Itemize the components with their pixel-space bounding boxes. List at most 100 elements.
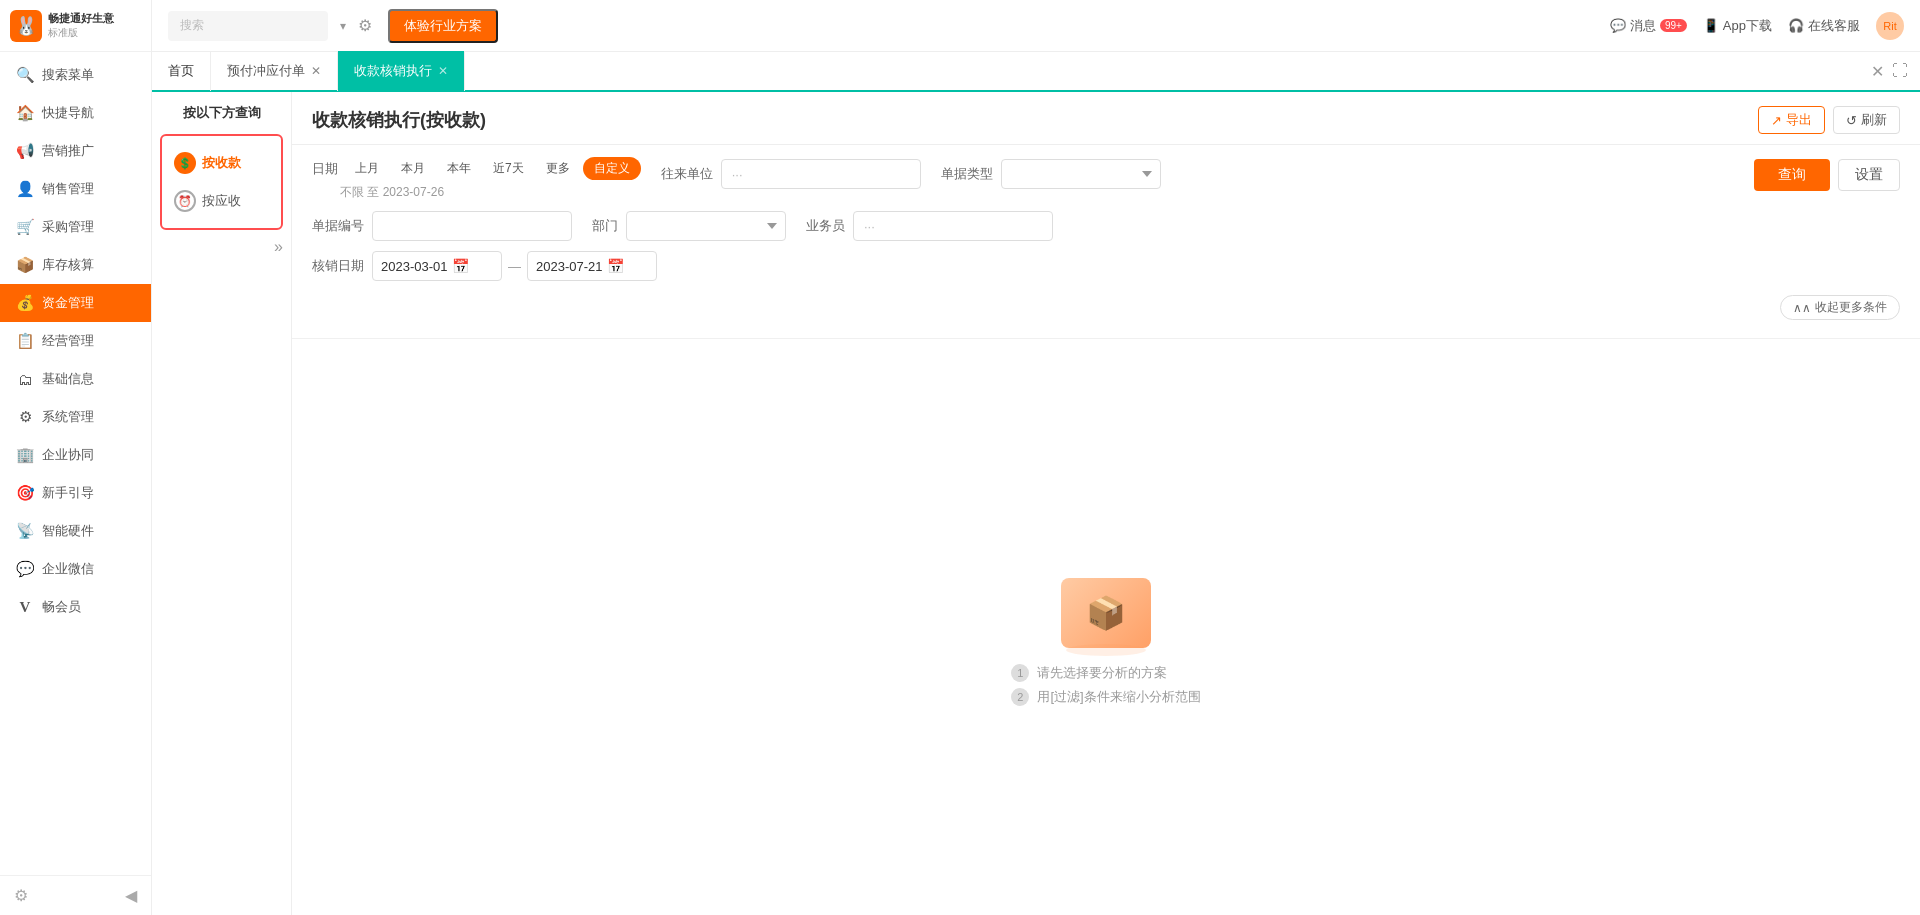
staff-input[interactable]: ··· [853, 211, 1053, 241]
sidebar-item-hardware[interactable]: 📡 智能硬件 [0, 512, 151, 550]
message-icon: 💬 [1610, 18, 1626, 33]
sidebar-item-basic-info[interactable]: 🗂 基础信息 [0, 360, 151, 398]
tab-close-all-icon[interactable]: ✕ [1871, 62, 1884, 81]
sidebar-item-marketing[interactable]: 📢 营销推广 [0, 132, 151, 170]
filter-by-receipt[interactable]: 💲 按收款 [166, 144, 277, 182]
wechat-icon: 💬 [16, 560, 34, 578]
bill-no-label: 单据编号 [312, 217, 364, 235]
tabbar-actions: ✕ ⛶ [1871, 62, 1920, 81]
collapse-more-row: ∧∧ 收起更多条件 [312, 289, 1900, 326]
sidebar-item-operations[interactable]: 📋 经营管理 [0, 322, 151, 360]
empty-state: 📦 1 请先选择要分析的方案 2 用[过滤]条件来缩小分析范围 [292, 339, 1920, 915]
verify-date-end[interactable]: 2023-07-21 📅 [527, 251, 657, 281]
verify-date-label: 核销日期 [312, 257, 364, 275]
enterprise-icon: 🏢 [16, 446, 34, 464]
refresh-button[interactable]: ↺ 刷新 [1833, 106, 1900, 134]
sidebar-item-system[interactable]: ⚙ 系统管理 [0, 398, 151, 436]
filter-receipt-icon: 💲 [174, 152, 196, 174]
filter-options-box: 💲 按收款 ⏰ 按应收 [160, 134, 283, 230]
tab-receivable-close[interactable]: ✕ [438, 64, 448, 78]
message-badge: 99+ [1660, 19, 1687, 32]
service-icon: 🎧 [1788, 18, 1804, 33]
empty-hints: 1 请先选择要分析的方案 2 用[过滤]条件来缩小分析范围 [1011, 664, 1200, 706]
sidebar-item-inventory[interactable]: 📦 库存核算 [0, 246, 151, 284]
verify-date-start[interactable]: 2023-03-01 📅 [372, 251, 502, 281]
marketing-icon: 📢 [16, 142, 34, 160]
query-button[interactable]: 查询 [1754, 159, 1830, 191]
topbar-search-input[interactable]: 搜索 [168, 11, 328, 41]
inventory-icon: 📦 [16, 256, 34, 274]
tab-expand-icon[interactable]: ⛶ [1892, 62, 1908, 80]
date-btn-last-month[interactable]: 上月 [346, 157, 388, 180]
sidebar-item-member[interactable]: V 畅会员 [0, 588, 151, 626]
bill-no-input[interactable] [372, 211, 572, 241]
form-area: 收款核销执行(按收款) ↗ 导出 ↺ 刷新 [292, 92, 1920, 915]
date-btn-more[interactable]: 更多 [537, 157, 579, 180]
sidebar-bottom: ⚙ ◀ [0, 875, 151, 915]
sidebar-item-guide[interactable]: 🎯 新手引导 [0, 474, 151, 512]
cal-start-icon: 📅 [452, 258, 469, 274]
date-btn-this-year[interactable]: 本年 [438, 157, 480, 180]
refresh-icon: ↺ [1846, 113, 1857, 128]
date-btn-custom[interactable]: 自定义 [583, 157, 641, 180]
filter-panel: 按以下方查询 💲 按收款 ⏰ 按应收 » [152, 92, 292, 915]
export-button[interactable]: ↗ 导出 [1758, 106, 1825, 134]
system-icon: ⚙ [16, 408, 34, 426]
date-range-separator: — [508, 259, 521, 274]
sidebar-collapse-icon[interactable]: ◀ [125, 886, 137, 905]
logo-icon: 🐰 [10, 10, 42, 42]
cal-end-icon: 📅 [607, 258, 624, 274]
sidebar-item-search-menu[interactable]: 🔍 搜索菜单 [0, 56, 151, 94]
tab-prepay-close[interactable]: ✕ [311, 64, 321, 78]
page-actions: ↗ 导出 ↺ 刷新 [1758, 106, 1900, 134]
page-title: 收款核销执行(按收款) [312, 108, 486, 132]
topbar-online-service[interactable]: 🎧 在线客服 [1788, 17, 1860, 35]
date-quick-btns: 上月 本月 本年 近7天 更多 自定义 [346, 157, 641, 180]
date-no-limit: 不限 至 2023-07-26 [340, 185, 444, 199]
empty-box-icon: 📦 [1061, 578, 1151, 648]
sidebar-item-purchase[interactable]: 🛒 采购管理 [0, 208, 151, 246]
collapse-up-icon: ∧∧ [1793, 301, 1811, 315]
sidebar-item-sales[interactable]: 👤 销售管理 [0, 170, 151, 208]
sidebar-item-quick-nav[interactable]: 🏠 快捷导航 [0, 94, 151, 132]
bill-type-select[interactable] [1001, 159, 1161, 189]
date-btn-7days[interactable]: 近7天 [484, 157, 533, 180]
filter-panel-collapse[interactable]: » [160, 238, 283, 256]
sidebar: 🐰 畅捷通好生意 标准版 🔍 搜索菜单 🏠 快捷导航 📢 营销推广 👤 销售管理… [0, 0, 152, 915]
sales-icon: 👤 [16, 180, 34, 198]
tab-receivable[interactable]: 收款核销执行 ✕ [338, 51, 465, 91]
partner-input[interactable]: ··· [721, 159, 921, 189]
collapse-more-button[interactable]: ∧∧ 收起更多条件 [1780, 295, 1900, 320]
app-icon: 📱 [1703, 18, 1719, 33]
date-label: 日期 [312, 160, 338, 178]
topbar-user[interactable]: Rit [1876, 12, 1904, 40]
empty-hint-2: 2 用[过滤]条件来缩小分析范围 [1011, 688, 1200, 706]
date-btn-this-month[interactable]: 本月 [392, 157, 434, 180]
sidebar-settings-icon[interactable]: ⚙ [14, 886, 28, 905]
sidebar-item-enterprise[interactable]: 🏢 企业协同 [0, 436, 151, 474]
tab-prepay[interactable]: 预付冲应付单 ✕ [211, 51, 338, 91]
search-bar: 日期 上月 本月 本年 近7天 更多 自定义 不限 至 2023-0 [292, 145, 1920, 339]
tabbar: 首页 预付冲应付单 ✕ 收款核销执行 ✕ ✕ ⛶ [152, 52, 1920, 92]
topbar-gear-icon[interactable]: ⚙ [358, 16, 372, 35]
tab-home[interactable]: 首页 [152, 51, 211, 91]
topbar-dropdown-arrow[interactable]: ▾ [340, 19, 346, 33]
partner-label: 往来单位 [661, 165, 713, 183]
topbar-message[interactable]: 💬 消息 99+ [1610, 17, 1687, 35]
topbar-solution-button[interactable]: 体验行业方案 [388, 9, 498, 43]
purchase-icon: 🛒 [16, 218, 34, 236]
settings-button[interactable]: 设置 [1838, 159, 1900, 191]
quick-nav-icon: 🏠 [16, 104, 34, 122]
member-icon: V [16, 598, 34, 616]
empty-shadow [1066, 644, 1146, 656]
finance-icon: 💰 [16, 294, 34, 312]
filter-by-receivable[interactable]: ⏰ 按应收 [166, 182, 277, 220]
topbar-app-download[interactable]: 📱 App下载 [1703, 17, 1772, 35]
empty-hint-1: 1 请先选择要分析的方案 [1011, 664, 1200, 682]
sidebar-item-finance[interactable]: 💰 资金管理 [0, 284, 151, 322]
empty-illustration: 📦 [1046, 548, 1166, 648]
topbar-right: 💬 消息 99+ 📱 App下载 🎧 在线客服 Rit [1610, 12, 1904, 40]
hint-num-1: 1 [1011, 664, 1029, 682]
sidebar-item-wechat[interactable]: 💬 企业微信 [0, 550, 151, 588]
dept-select[interactable] [626, 211, 786, 241]
